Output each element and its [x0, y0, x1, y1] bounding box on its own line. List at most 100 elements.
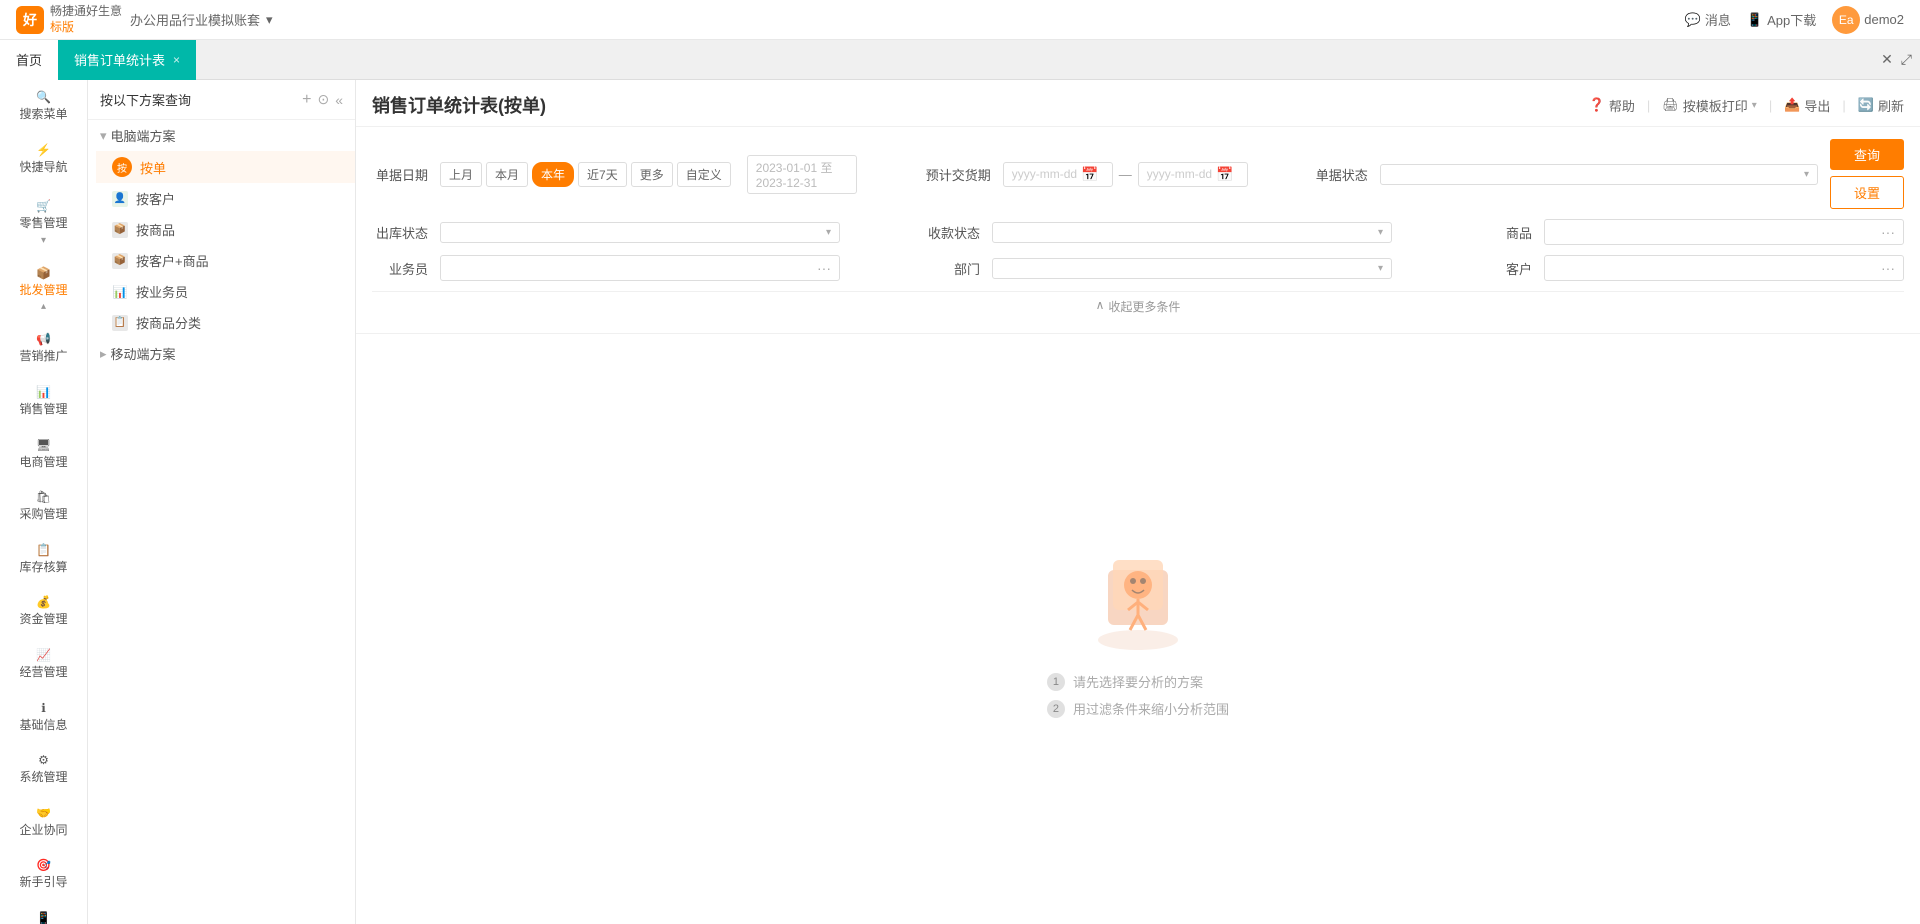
basic-info-icon: ℹ [41, 701, 46, 715]
avatar: Ea [1832, 6, 1860, 34]
expected-date-start-input[interactable]: yyyy-mm-dd 📅 [1003, 162, 1113, 187]
out-status-select[interactable]: ▾ [440, 222, 840, 243]
hint-1-number: 1 [1047, 673, 1065, 691]
customer-ellipsis-icon[interactable]: ··· [1881, 260, 1895, 276]
out-status-arrow-icon: ▾ [826, 227, 831, 238]
date-btn-this-month[interactable]: 本月 [486, 162, 528, 187]
sidebar-item-inventory[interactable]: 📋 库存核算 [0, 533, 87, 586]
page-title: 销售订单统计表(按单) [372, 92, 546, 118]
message-icon: 💬 [1685, 12, 1701, 28]
settings-button[interactable]: 设置 [1830, 176, 1904, 209]
customer-label: 客户 [1476, 259, 1532, 278]
export-button[interactable]: 📤 导出 [1784, 96, 1830, 115]
print-arrow-icon: ▾ [1752, 100, 1757, 111]
main-layout: 🔍 搜索菜单 ⚡ 快捷导航 🛒 零售管理 ▾ 📦 批发管理 ▴ 📢 营销推广 📊… [0, 80, 1920, 924]
page-actions: ❓ 帮助 | 🖨 按模板打印 ▾ | 📤 导出 | [1589, 96, 1904, 115]
dept-select[interactable]: ▾ [992, 258, 1392, 279]
sidebar-item-basic-info[interactable]: ℹ 基础信息 [0, 691, 87, 744]
sidebar-item-sales[interactable]: 📊 销售管理 [0, 375, 87, 428]
left-panel-title: 按以下方案查询 [100, 90, 191, 109]
sidebar-item-collab[interactable]: 🤝 企业协同 [0, 796, 87, 849]
expected-date-label: 预计交货期 [921, 165, 991, 184]
collapse-up-icon: ∧ [1096, 298, 1105, 315]
sidebar-item-finance[interactable]: 💰 资金管理 [0, 585, 87, 638]
right-panel: 销售订单统计表(按单) ❓ 帮助 | 🖨 按模板打印 ▾ | 📤 [356, 80, 1920, 924]
salesman-ellipsis-icon[interactable]: ··· [817, 260, 831, 276]
retail-icon: 🛒 [36, 199, 51, 213]
date-btn-custom[interactable]: 自定义 [677, 162, 731, 187]
app-download-button[interactable]: 📱 App下载 [1747, 10, 1816, 29]
date-btn-this-year[interactable]: 本年 [532, 162, 574, 187]
add-scheme-button[interactable]: + [302, 91, 311, 109]
date-btn-last-month[interactable]: 上月 [440, 162, 482, 187]
tree-item-by-customer[interactable]: 👤 按客户 [96, 183, 355, 214]
date-label: 单据日期 [372, 165, 428, 184]
inventory-icon: 📋 [36, 543, 51, 557]
wholesale-expand-icon: ▴ [41, 301, 46, 312]
date-start-input[interactable]: 2023-01-01 至 2023-12-31 [747, 155, 857, 194]
customer-select[interactable]: ··· [1544, 255, 1904, 281]
bill-status-select[interactable]: ▾ [1380, 164, 1818, 185]
help-button[interactable]: ❓ 帮助 [1589, 96, 1635, 115]
filter-row-1: 单据日期 上月 本月 本年 近7天 更多 自定义 2023-01-01 至 20… [372, 139, 1904, 209]
sidebar-item-purchase[interactable]: 🛍 采购管理 [0, 480, 87, 533]
tree-item-by-goods[interactable]: 📦 按商品 [96, 214, 355, 245]
tab-close-icon[interactable]: × [173, 53, 180, 67]
refresh-button[interactable]: 🔄 刷新 [1858, 96, 1904, 115]
by-customer-icon: 👤 [112, 191, 128, 207]
window-maximize-icon[interactable]: ⤢ [1901, 51, 1912, 68]
bill-status-arrow-icon: ▾ [1804, 169, 1809, 180]
scheme-settings-icon[interactable]: ⊙ [317, 91, 329, 108]
goods-select[interactable]: ··· [1544, 219, 1904, 245]
query-button[interactable]: 查询 [1830, 139, 1904, 170]
tree-category-mobile[interactable]: ▸ 移动端方案 [88, 338, 355, 369]
bill-status-label: 单据状态 [1312, 165, 1368, 184]
dept-label: 部门 [924, 259, 980, 278]
sidebar-item-quick-nav[interactable]: ⚡ 快捷导航 [0, 133, 87, 186]
collapse-panel-icon[interactable]: « [335, 92, 343, 108]
tree-item-by-customer-goods[interactable]: 📦 按客户+商品 [96, 245, 355, 276]
help-icon: ❓ [1589, 97, 1605, 113]
receipt-status-select[interactable]: ▾ [992, 222, 1392, 243]
user-menu[interactable]: Ea demo2 [1832, 6, 1904, 34]
system-icon: ⚙ [38, 753, 49, 767]
logo-area: 好 畅捷通好生意 标版 [16, 4, 122, 35]
template-print-button[interactable]: 🖨 按模板打印 ▾ [1662, 96, 1757, 115]
sidebar-item-search[interactable]: 🔍 搜索菜单 [0, 80, 87, 133]
window-minimize-icon[interactable]: ✕ [1881, 51, 1893, 68]
operations-icon: 📈 [36, 648, 51, 662]
tree-category-pc[interactable]: ▾ 电脑端方案 [88, 120, 355, 151]
sidebar-item-retail[interactable]: 🛒 零售管理 ▾ [0, 189, 87, 256]
filter-row-2: 出库状态 ▾ 收款状态 ▾ 商品 ··· [372, 219, 1904, 245]
tree-item-by-category[interactable]: 📋 按商品分类 [96, 307, 355, 338]
sidebar-item-system[interactable]: ⚙ 系统管理 [0, 743, 87, 796]
hint-2-number: 2 [1047, 700, 1065, 718]
sidebar-item-newbie[interactable]: 🎯 新手引导 [0, 848, 87, 901]
message-button[interactable]: 💬 消息 [1685, 10, 1731, 29]
breadcrumb-arrow-icon: ▾ [266, 12, 273, 28]
sidebar-item-ecommerce[interactable]: 🖥 电商管理 [0, 428, 87, 481]
expected-date-end-input[interactable]: yyyy-mm-dd 📅 [1138, 162, 1248, 187]
date-btn-last-7days[interactable]: 近7天 [578, 162, 627, 187]
calendar-end-icon[interactable]: 📅 [1216, 166, 1233, 183]
receipt-status-arrow-icon: ▾ [1378, 227, 1383, 238]
sidebar-item-operations[interactable]: 📈 经营管理 [0, 638, 87, 691]
collab-icon: 🤝 [36, 806, 51, 820]
salesman-select[interactable]: ··· [440, 255, 840, 281]
tree-item-by-order[interactable]: 按 按单 [96, 151, 355, 183]
date-btn-more[interactable]: 更多 [631, 162, 673, 187]
top-bar: 好 畅捷通好生意 标版 办公用品行业模拟账套 ▾ 💬 消息 📱 App下载 Ea… [0, 0, 1920, 40]
goods-ellipsis-icon[interactable]: ··· [1881, 224, 1895, 240]
sidebar-item-wholesale[interactable]: 📦 批发管理 ▴ [0, 256, 87, 323]
tab-sales-order-stats[interactable]: 销售订单统计表 × [58, 40, 196, 80]
tree-expand-arrow-icon: ▾ [100, 128, 107, 144]
tab-home[interactable]: 首页 [0, 40, 58, 80]
wholesale-icon: 📦 [36, 266, 51, 280]
tree-item-by-salesman[interactable]: 📊 按业务员 [96, 276, 355, 307]
breadcrumb[interactable]: 办公用品行业模拟账套 ▾ [130, 10, 273, 29]
filter-row-3: 业务员 ··· 部门 ▾ 客户 ··· [372, 255, 1904, 281]
sidebar-item-app-center[interactable]: 📱 应用中心 [0, 901, 87, 924]
sidebar-item-marketing[interactable]: 📢 营销推广 [0, 322, 87, 375]
collapse-bar[interactable]: ∧ 收起更多条件 [372, 291, 1904, 321]
calendar-start-icon[interactable]: 📅 [1081, 166, 1098, 183]
